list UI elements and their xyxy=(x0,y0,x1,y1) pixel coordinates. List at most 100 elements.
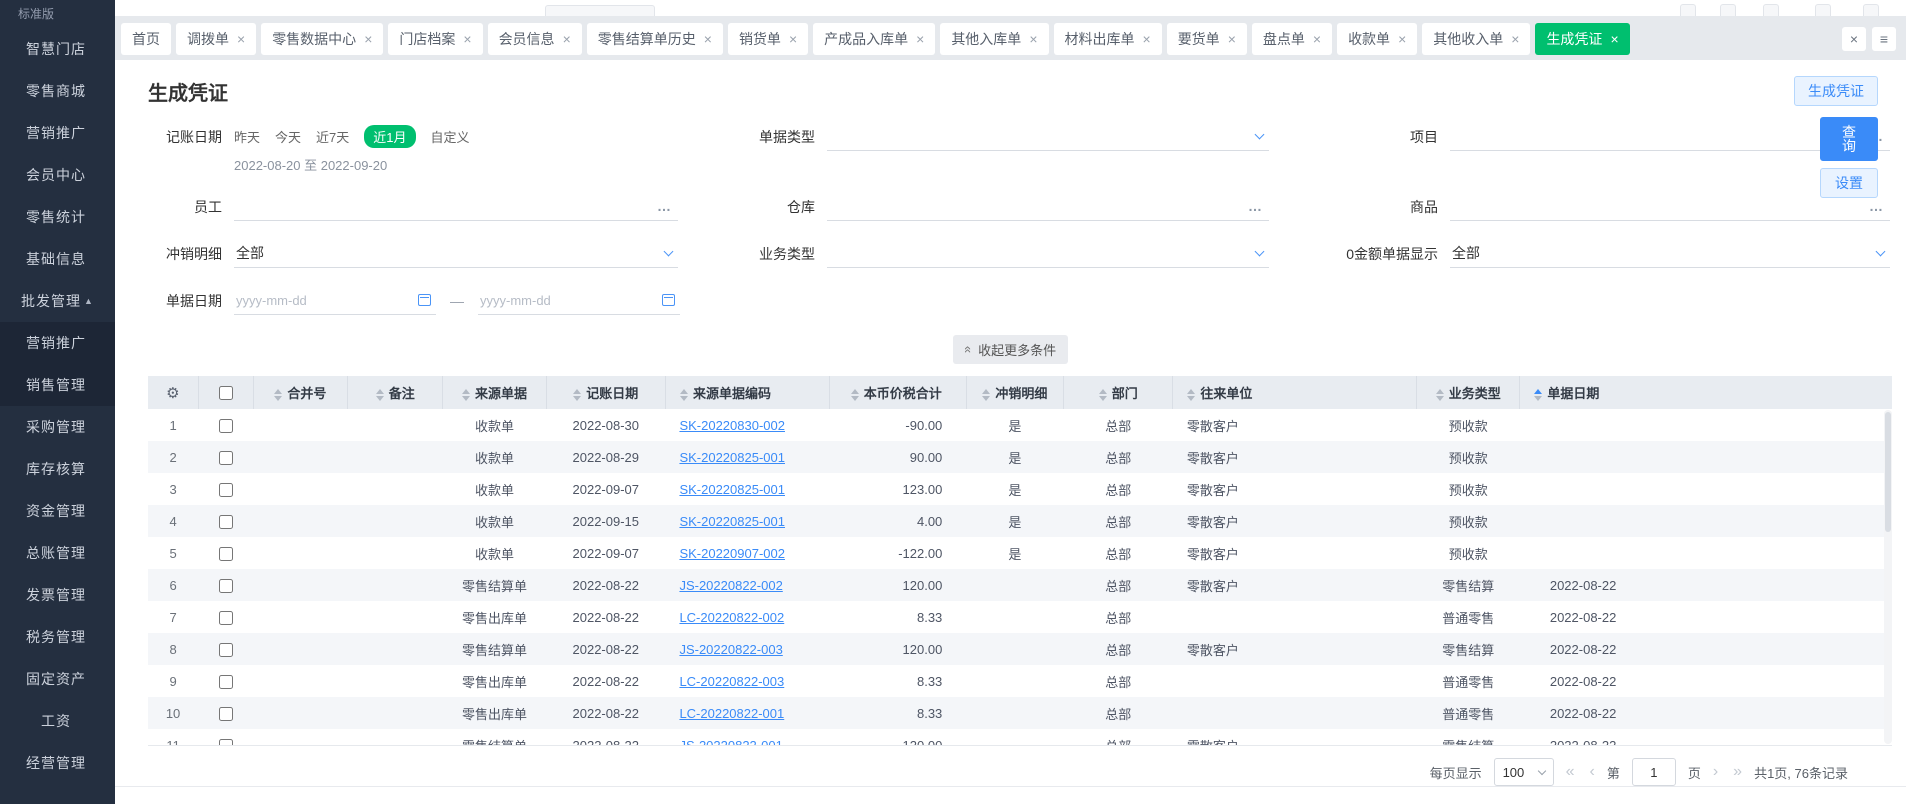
source-doc-code-link[interactable]: SK-20220825-001 xyxy=(679,482,785,497)
tab[interactable]: 会员信息 × xyxy=(487,23,582,55)
row-checkbox[interactable] xyxy=(218,674,233,689)
row-checkbox[interactable] xyxy=(218,546,233,561)
date-quick-option[interactable]: 自定义 xyxy=(431,127,470,146)
generate-voucher-button[interactable]: 生成凭证 xyxy=(1794,76,1878,106)
close-tab-icon[interactable]: × xyxy=(364,32,372,46)
tab[interactable]: 盘点单 × xyxy=(1251,23,1333,55)
sidebar-item[interactable]: 库存核算 xyxy=(0,448,115,490)
column-header[interactable]: 备注 xyxy=(347,376,444,409)
column-header[interactable]: 来源单据 xyxy=(442,376,547,409)
column-header[interactable]: 往来单位 xyxy=(1172,376,1418,409)
sidebar-item[interactable]: 资金管理 xyxy=(0,490,115,532)
row-checkbox[interactable] xyxy=(218,738,233,745)
column-header[interactable]: 记账日期 xyxy=(546,376,666,409)
query-button[interactable]: 查询 xyxy=(1820,117,1878,161)
close-tab-icon[interactable]: × xyxy=(1228,32,1236,46)
row-checkbox[interactable] xyxy=(218,610,233,625)
ellipsis-icon[interactable]: … xyxy=(1869,198,1884,214)
sidebar-item[interactable]: 发票管理 xyxy=(0,574,115,616)
tab[interactable]: 调拨单 × xyxy=(176,23,257,55)
column-header[interactable]: 部门 xyxy=(1063,376,1174,409)
source-doc-code-link[interactable]: LC-20220822-002 xyxy=(679,610,784,625)
tab[interactable]: 零售结算单历史 × xyxy=(586,23,723,55)
last-page-icon[interactable]: » xyxy=(1733,764,1742,780)
table-row[interactable]: 7 零售出库单 2022-08-22 LC-20220822-002 8.33 … xyxy=(148,601,1892,633)
column-header[interactable]: 冲销明细 xyxy=(966,376,1065,409)
settings-button[interactable]: 设置 xyxy=(1820,168,1878,198)
column-header[interactable]: 本币价税合计 xyxy=(829,376,967,409)
tab[interactable]: 门店档案 × xyxy=(388,23,483,55)
sidebar-item[interactable]: 固定资产 xyxy=(0,658,115,700)
date-quick-option[interactable]: 昨天 xyxy=(234,127,260,146)
date-quick-option[interactable]: 近7天 xyxy=(316,127,349,146)
close-all-tabs-icon[interactable]: × xyxy=(1842,27,1866,51)
tab[interactable]: 零售数据中心 × xyxy=(261,23,384,55)
table-row[interactable]: 11 零售结算单 2022-08-22 JS-20220822-001 120.… xyxy=(148,729,1892,746)
close-tab-icon[interactable]: × xyxy=(704,32,712,46)
zero-amount-select[interactable]: 全部 xyxy=(1450,239,1890,268)
source-doc-code-link[interactable]: SK-20220825-001 xyxy=(679,514,785,529)
ellipsis-icon[interactable]: … xyxy=(657,198,672,214)
sidebar-item[interactable]: 零售统计 xyxy=(0,196,115,238)
row-checkbox[interactable] xyxy=(218,578,233,593)
column-header[interactable]: 单据日期 xyxy=(1519,376,1892,409)
biz-type-select[interactable] xyxy=(827,239,1269,268)
row-checkbox[interactable] xyxy=(218,514,233,529)
ellipsis-icon[interactable]: … xyxy=(1248,198,1263,214)
table-row[interactable]: 1 收款单 2022-08-30 SK-20220830-002 -90.00 … xyxy=(148,409,1892,441)
sidebar-item[interactable]: 批发管理 ▲ xyxy=(0,280,115,322)
warehouse-picker[interactable]: … xyxy=(827,192,1269,221)
doc-date-start-input[interactable] xyxy=(236,292,386,308)
tab[interactable]: 要货单 × xyxy=(1166,23,1247,55)
row-checkbox[interactable] xyxy=(218,706,233,721)
table-row[interactable]: 6 零售结算单 2022-08-22 JS-20220822-002 120.0… xyxy=(148,569,1892,601)
close-tab-icon[interactable]: × xyxy=(237,32,245,46)
close-tab-icon[interactable]: × xyxy=(1313,32,1321,46)
sidebar-item[interactable]: 营销推广 xyxy=(0,322,115,364)
table-row[interactable]: 8 零售结算单 2022-08-22 JS-20220822-003 120.0… xyxy=(148,633,1892,665)
date-quick-option[interactable]: 今天 xyxy=(275,127,301,146)
close-tab-icon[interactable]: × xyxy=(789,32,797,46)
column-header[interactable]: 合并号 xyxy=(253,376,349,409)
table-row[interactable]: 5 收款单 2022-09-07 SK-20220907-002 -122.00… xyxy=(148,537,1892,569)
employee-picker[interactable]: … xyxy=(234,192,678,221)
row-checkbox[interactable] xyxy=(218,482,233,497)
sidebar-item[interactable]: 基础信息 xyxy=(0,238,115,280)
close-tab-icon[interactable]: × xyxy=(1143,32,1151,46)
close-tab-icon[interactable]: × xyxy=(563,32,571,46)
tab[interactable]: 生成凭证 × xyxy=(1535,23,1630,55)
close-tab-icon[interactable]: × xyxy=(1398,32,1406,46)
sidebar-item[interactable]: 税务管理 xyxy=(0,616,115,658)
prev-page-icon[interactable]: ‹ xyxy=(1589,764,1594,780)
table-row[interactable]: 9 零售出库单 2022-08-22 LC-20220822-003 8.33 … xyxy=(148,665,1892,697)
sidebar-item[interactable]: 销售管理 xyxy=(0,364,115,406)
collapse-filters-button[interactable]: «收起更多条件 xyxy=(952,335,1069,364)
doc-type-select[interactable] xyxy=(827,122,1269,151)
source-doc-code-link[interactable]: LC-20220822-001 xyxy=(679,706,784,721)
close-tab-icon[interactable]: × xyxy=(1511,32,1519,46)
first-page-icon[interactable]: « xyxy=(1566,764,1575,780)
sidebar-item[interactable]: 经营管理 xyxy=(0,742,115,784)
date-quick-option[interactable]: 近1月 xyxy=(364,125,416,148)
column-header[interactable]: 来源单据编码 xyxy=(665,376,831,409)
column-header[interactable]: 业务类型 xyxy=(1416,376,1521,409)
next-page-icon[interactable]: › xyxy=(1713,764,1718,780)
tab[interactable]: 收款单 × xyxy=(1337,23,1418,55)
tab[interactable]: 产成品入库单 × xyxy=(813,23,936,55)
sidebar-item[interactable]: 智慧门店 xyxy=(0,28,115,70)
scrollbar-thumb[interactable] xyxy=(1885,412,1891,532)
select-all-checkbox[interactable] xyxy=(218,386,233,401)
source-doc-code-link[interactable]: JS-20220822-001 xyxy=(679,738,782,746)
sidebar-item[interactable]: 零售商城 xyxy=(0,70,115,112)
close-tab-icon[interactable]: × xyxy=(916,32,924,46)
close-tab-icon[interactable]: × xyxy=(1610,32,1618,46)
doc-date-end-field[interactable] xyxy=(478,286,680,315)
source-doc-code-link[interactable]: SK-20220830-002 xyxy=(679,418,785,433)
close-tab-icon[interactable]: × xyxy=(463,32,471,46)
sidebar-item[interactable]: 采购管理 xyxy=(0,406,115,448)
row-checkbox[interactable] xyxy=(218,642,233,657)
table-row[interactable]: 2 收款单 2022-08-29 SK-20220825-001 90.00 是… xyxy=(148,441,1892,473)
source-doc-code-link[interactable]: JS-20220822-003 xyxy=(679,642,782,657)
offset-select[interactable]: 全部 xyxy=(234,239,678,268)
tab[interactable]: 首页× xyxy=(121,23,171,55)
